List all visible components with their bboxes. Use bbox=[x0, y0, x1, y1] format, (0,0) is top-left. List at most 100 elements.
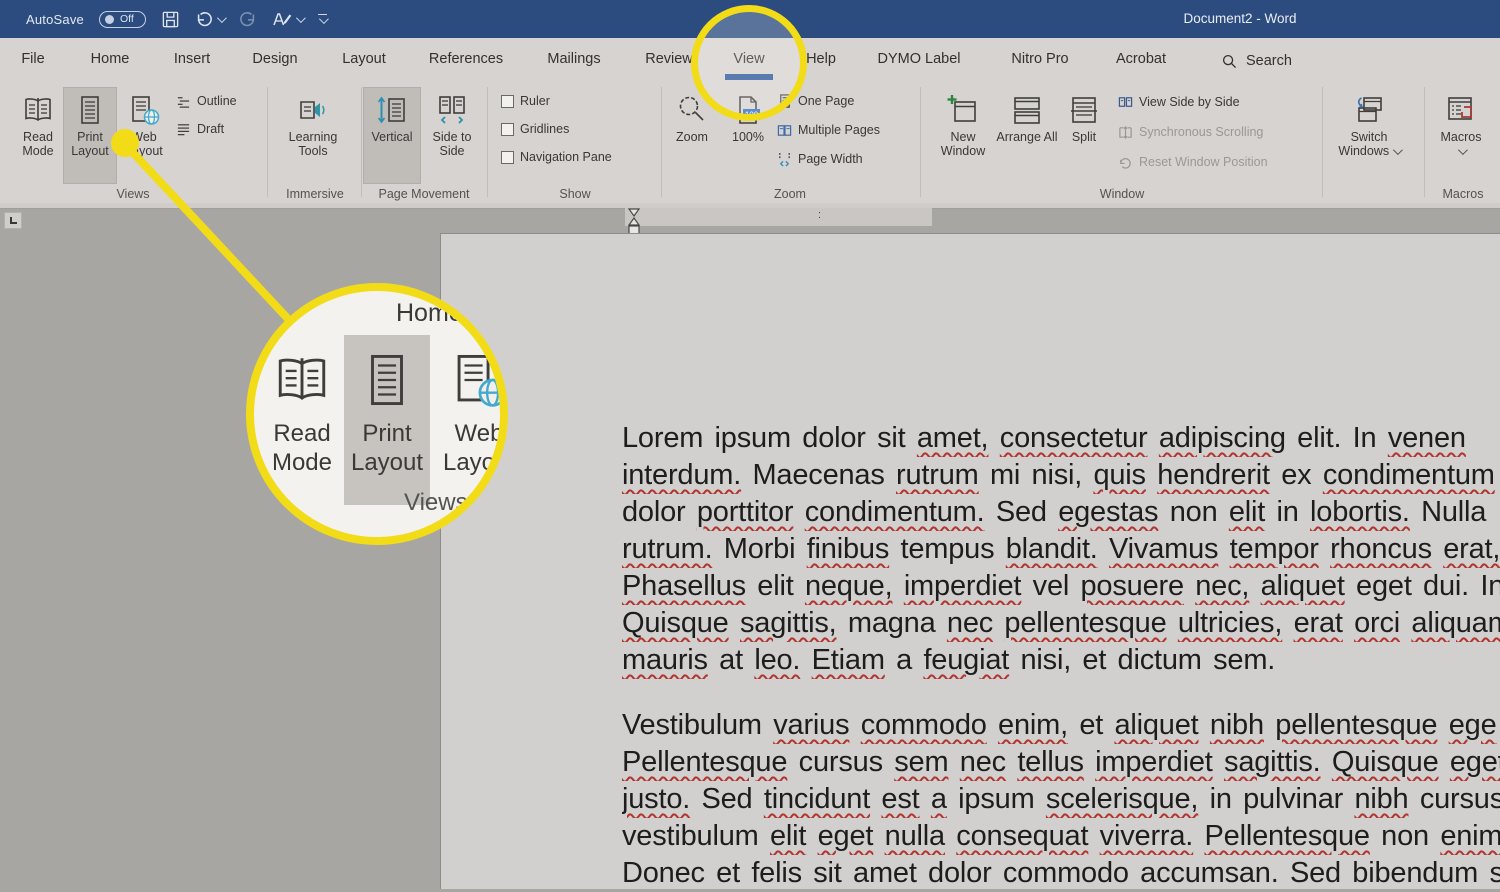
callout-home-tab-label: Home bbox=[396, 299, 463, 328]
multiple-pages-button[interactable]: Multiple Pages bbox=[777, 121, 880, 139]
new-window-button[interactable]: New Window bbox=[934, 88, 992, 183]
tab-review[interactable]: Review bbox=[645, 51, 693, 67]
search-control[interactable]: Search bbox=[1222, 38, 1292, 84]
tab-help[interactable]: Help bbox=[806, 51, 836, 67]
search-icon bbox=[1222, 54, 1237, 69]
web-layout-icon bbox=[128, 94, 160, 126]
text-line: Donec et felis sit amet dolor commodo ac… bbox=[622, 855, 1500, 892]
learning-tools-icon bbox=[297, 94, 329, 126]
text-line: Quisque sagittis, magna nec pellentesque… bbox=[622, 605, 1500, 642]
navigation-pane-checkbox[interactable]: Navigation Pane bbox=[501, 148, 612, 166]
callout-web-layout-button: Web Layout bbox=[434, 351, 508, 477]
callout-anchor-dot bbox=[111, 129, 139, 157]
undo-icon bbox=[195, 10, 213, 28]
reset-window-position-button: Reset Window Position bbox=[1118, 153, 1268, 171]
arrange-all-button[interactable]: Arrange All bbox=[996, 88, 1058, 183]
magnified-callout-circle: Home Read Mode Print Layout Web Layout V… bbox=[246, 283, 508, 545]
checkbox-icon bbox=[501, 95, 514, 108]
text-line: interdum. Maecenas rutrum mi nisi, quis … bbox=[622, 457, 1500, 494]
tab-mailings[interactable]: Mailings bbox=[547, 51, 600, 67]
tab-references[interactable]: References bbox=[429, 51, 503, 67]
tab-file[interactable]: File bbox=[21, 51, 44, 67]
tab-stop-selector[interactable] bbox=[4, 212, 22, 229]
callout-print-layout-button: Print Layout bbox=[344, 335, 430, 505]
callout-read-mode-button: Read Mode bbox=[262, 351, 342, 477]
arrange-all-icon bbox=[1011, 94, 1043, 126]
tab-dymo-label[interactable]: DYMO Label bbox=[877, 51, 960, 67]
read-mode-button[interactable]: Read Mode bbox=[14, 88, 62, 183]
paragraph: Vestibulum varius commodo enim, et aliqu… bbox=[622, 707, 1500, 892]
tab-stop-l-icon bbox=[10, 217, 17, 224]
multiple-pages-icon bbox=[777, 123, 792, 138]
group-divider bbox=[361, 87, 362, 197]
group-label-window: Window bbox=[925, 187, 1319, 201]
read-mode-icon bbox=[273, 351, 331, 409]
checkbox-icon bbox=[501, 123, 514, 136]
web-layout-icon bbox=[450, 351, 508, 409]
undo-button[interactable] bbox=[195, 10, 224, 28]
group-label-zoom: Zoom bbox=[664, 187, 916, 201]
group-divider bbox=[487, 87, 488, 197]
tab-design[interactable]: Design bbox=[252, 51, 297, 67]
macros-button[interactable]: Macros bbox=[1432, 88, 1490, 183]
draft-icon bbox=[176, 122, 191, 137]
outline-button[interactable]: Outline bbox=[176, 92, 237, 110]
text-line: justo. Sed tincidunt est a ipsum sceleri… bbox=[622, 781, 1500, 818]
switch-windows-icon bbox=[1353, 94, 1385, 126]
paragraph: Lorem ipsum dolor sit amet, consectetur … bbox=[622, 420, 1500, 679]
text-line: rutrum. Morbi finibus tempus blandit. Vi… bbox=[622, 531, 1500, 568]
group-divider bbox=[661, 87, 662, 197]
view-side-by-side-button[interactable]: View Side by Side bbox=[1118, 93, 1240, 111]
side-to-side-button[interactable]: Side to Side bbox=[423, 88, 481, 183]
print-layout-icon bbox=[358, 351, 416, 409]
autosave-label: AutoSave bbox=[26, 12, 84, 27]
tab-insert[interactable]: Insert bbox=[174, 51, 210, 67]
vertical-button[interactable]: Vertical bbox=[364, 88, 420, 183]
horizontal-ruler[interactable]: : bbox=[625, 208, 932, 226]
callout-views-group-label: Views bbox=[404, 489, 468, 517]
chevron-down-icon bbox=[296, 13, 306, 23]
group-divider bbox=[920, 87, 921, 197]
ruler-checkbox[interactable]: Ruler bbox=[501, 92, 550, 110]
page-width-icon bbox=[777, 152, 792, 167]
sync-scrolling-icon bbox=[1118, 125, 1133, 140]
page-width-button[interactable]: Page Width bbox=[777, 150, 863, 168]
search-label: Search bbox=[1246, 53, 1292, 69]
save-icon[interactable] bbox=[161, 10, 180, 29]
tab-layout[interactable]: Layout bbox=[342, 51, 386, 67]
tab-acrobat[interactable]: Acrobat bbox=[1116, 51, 1166, 67]
group-label-immersive: Immersive bbox=[270, 187, 360, 201]
side-to-side-icon bbox=[436, 94, 468, 126]
autosave-toggle[interactable]: Off bbox=[99, 11, 146, 28]
group-label-views: Views bbox=[8, 187, 258, 201]
side-by-side-icon bbox=[1118, 95, 1133, 110]
redo-icon[interactable] bbox=[239, 10, 257, 28]
reset-position-icon bbox=[1118, 155, 1133, 170]
toggle-knob-icon bbox=[105, 15, 114, 24]
read-mode-icon bbox=[22, 94, 54, 126]
indent-markers-icon[interactable] bbox=[627, 208, 641, 236]
split-icon bbox=[1068, 94, 1100, 126]
tab-nitro-pro[interactable]: Nitro Pro bbox=[1011, 51, 1068, 67]
autosave-state: Off bbox=[120, 13, 134, 25]
gridlines-checkbox[interactable]: Gridlines bbox=[501, 120, 569, 138]
group-label-macros: Macros bbox=[1428, 187, 1498, 201]
macros-icon bbox=[1445, 94, 1477, 126]
checkbox-icon bbox=[501, 151, 514, 164]
chevron-down-icon bbox=[217, 13, 227, 23]
switch-windows-button[interactable]: Switch Windows bbox=[1334, 88, 1404, 183]
draft-button[interactable]: Draft bbox=[176, 120, 224, 138]
customize-quick-access-button[interactable] bbox=[318, 14, 327, 25]
group-label-show: Show bbox=[490, 187, 660, 201]
document-text: Lorem ipsum dolor sit amet, consectetur … bbox=[622, 420, 1500, 892]
quick-access-toolbar: AutoSave Off bbox=[26, 0, 327, 38]
tab-home[interactable]: Home bbox=[91, 51, 130, 67]
text-line: Pellentesque cursus sem nec tellus imper… bbox=[622, 744, 1500, 781]
vertical-icon bbox=[376, 94, 408, 126]
split-button[interactable]: Split bbox=[1061, 88, 1107, 183]
text-line: mauris at leo. Etiam a feugiat nisi, et … bbox=[622, 642, 1500, 679]
new-window-icon bbox=[947, 94, 979, 126]
learning-tools-button[interactable]: Learning Tools bbox=[281, 88, 345, 183]
print-layout-button[interactable]: Print Layout bbox=[64, 88, 116, 183]
pen-style-button[interactable] bbox=[272, 9, 303, 29]
